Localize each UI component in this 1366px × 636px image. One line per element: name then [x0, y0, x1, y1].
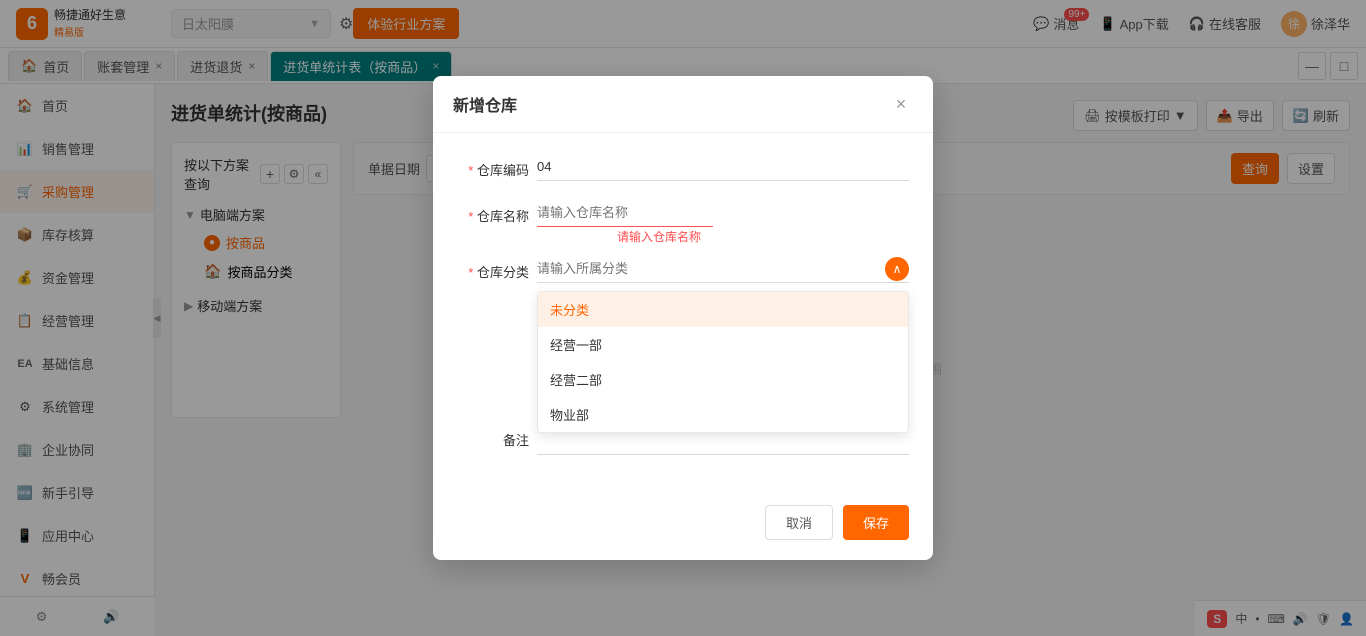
category-dropdown-list: 未分类 经营一部 经营二部 物业部: [537, 291, 909, 433]
save-button[interactable]: 保存: [843, 505, 909, 540]
modal-footer: 取消 保存: [433, 493, 933, 560]
modal-overlay: 新增仓库 × * 仓库编码 * 仓库名称 请输入仓库名称: [0, 0, 1366, 636]
warehouse-code-label: * 仓库编码: [457, 153, 537, 179]
warehouse-name-error: 请输入仓库名称: [617, 228, 701, 245]
dropdown-item-ops1[interactable]: 经营一部: [538, 327, 908, 362]
warehouse-category-label: * 仓库分类: [457, 255, 537, 281]
warehouse-name-field-wrapper: 请输入仓库名称: [537, 199, 909, 227]
warehouse-name-row: * 仓库名称 请输入仓库名称: [457, 199, 909, 227]
warehouse-name-label: * 仓库名称: [457, 199, 537, 225]
modal-body: * 仓库编码 * 仓库名称 请输入仓库名称 *: [433, 133, 933, 493]
warehouse-category-row: * 仓库分类 ∧ 未分类 经营一部 经营二部 物业部: [457, 255, 909, 283]
warehouse-category-input[interactable]: [537, 255, 909, 283]
warehouse-name-input[interactable]: [537, 199, 713, 227]
new-warehouse-modal: 新增仓库 × * 仓库编码 * 仓库名称 请输入仓库名称: [433, 76, 933, 560]
cancel-button[interactable]: 取消: [765, 505, 833, 540]
warehouse-code-input[interactable]: [537, 153, 909, 181]
dropdown-item-property[interactable]: 物业部: [538, 397, 908, 432]
modal-header: 新增仓库 ×: [433, 76, 933, 133]
category-dropdown-arrow[interactable]: ∧: [885, 257, 909, 281]
dropdown-item-uncategorized[interactable]: 未分类: [538, 292, 908, 327]
modal-close-button[interactable]: ×: [889, 92, 913, 116]
modal-title: 新增仓库: [453, 92, 517, 116]
warehouse-code-row: * 仓库编码: [457, 153, 909, 181]
warehouse-notes-label: 备注: [457, 423, 537, 449]
warehouse-category-wrapper: ∧ 未分类 经营一部 经营二部 物业部: [537, 255, 909, 283]
dropdown-item-ops2[interactable]: 经营二部: [538, 362, 908, 397]
